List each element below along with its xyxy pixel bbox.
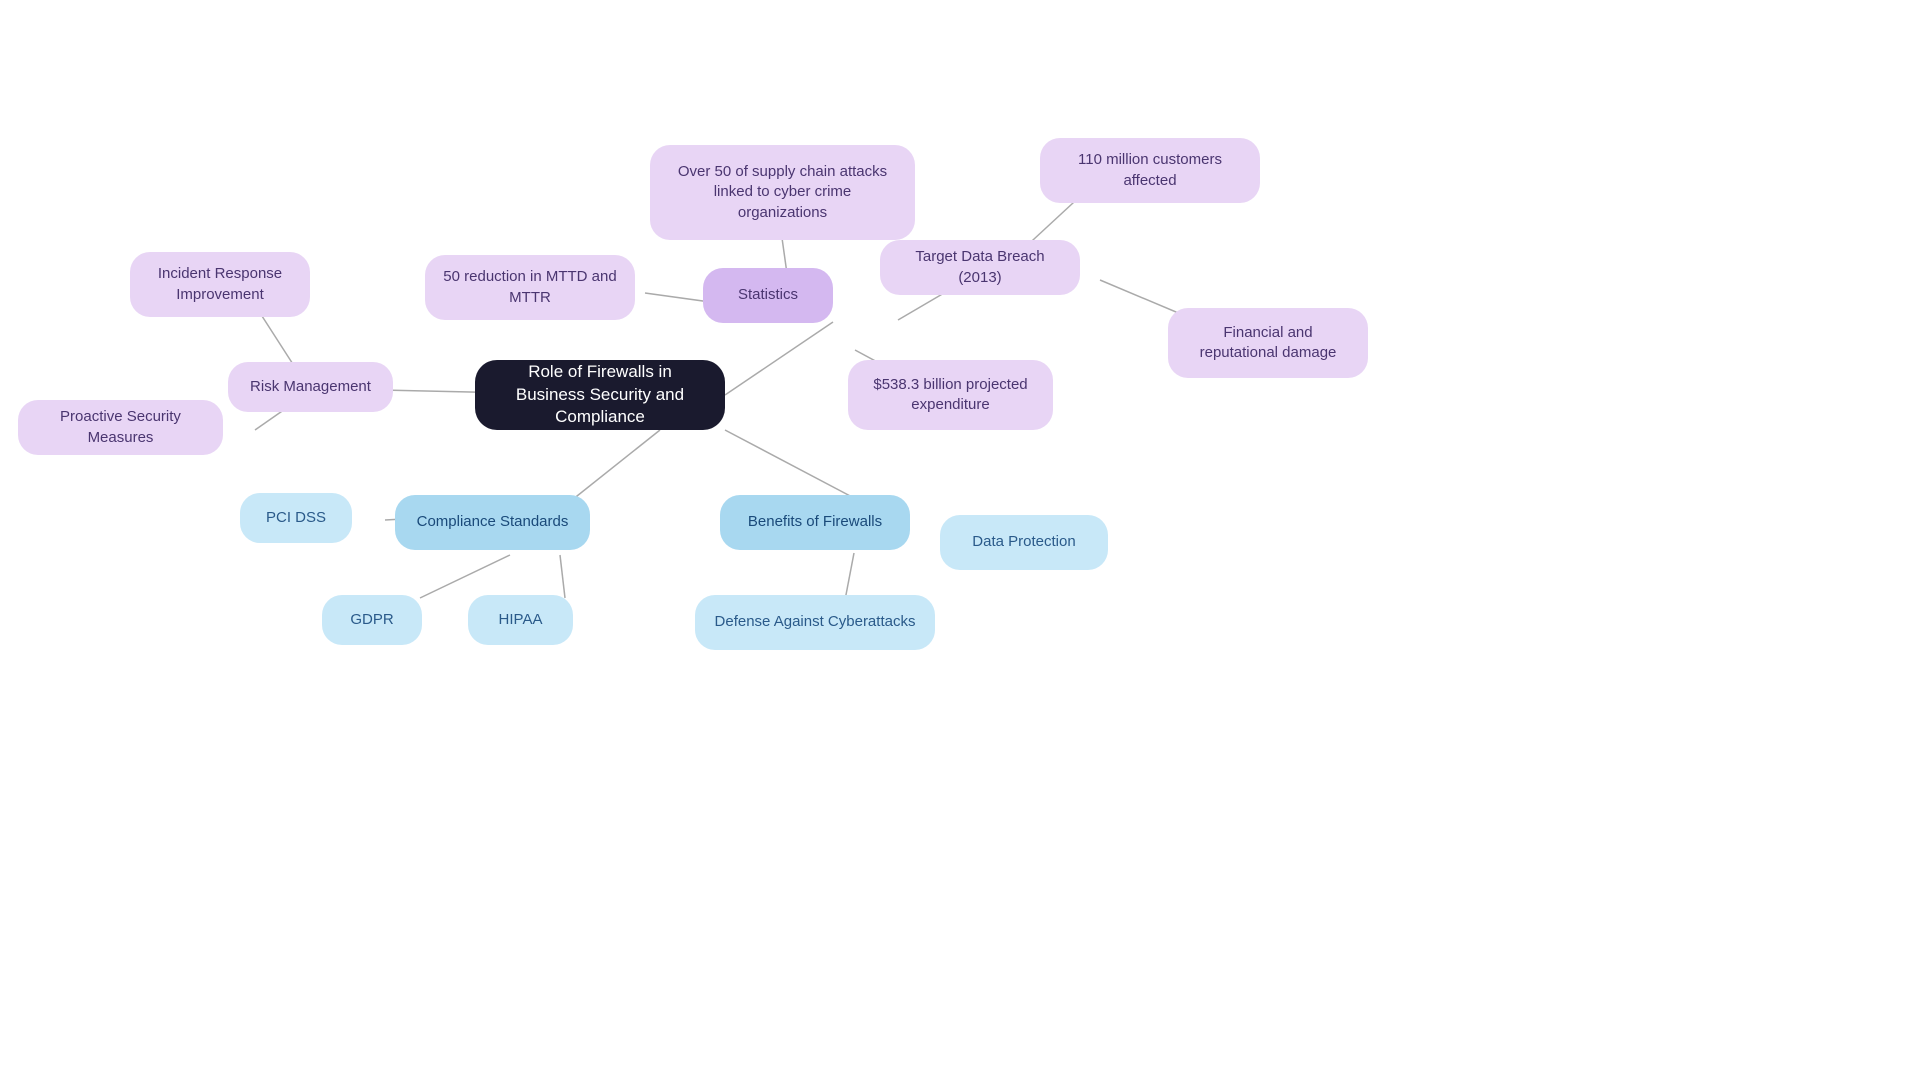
target-breach-node: Target Data Breach (2013) [880, 240, 1080, 295]
proactive-security-node: Proactive Security Measures [18, 400, 223, 455]
hipaa-node: HIPAA [468, 595, 573, 645]
expenditure-node: $538.3 billion projected expenditure [848, 360, 1053, 430]
incident-response-node: Incident Response Improvement [130, 252, 310, 317]
gdpr-node: GDPR [322, 595, 422, 645]
statistics-node: Statistics [703, 268, 833, 323]
financial-damage-node: Financial and reputational damage [1168, 308, 1368, 378]
benefits-firewalls-node: Benefits of Firewalls [720, 495, 910, 550]
data-protection-node: Data Protection [940, 515, 1108, 570]
pci-dss-node: PCI DSS [240, 493, 352, 543]
defense-attacks-node: Defense Against Cyberattacks [695, 595, 935, 650]
supply-chain-node: Over 50 of supply chain attacks linked t… [650, 145, 915, 240]
risk-management-node: Risk Management [228, 362, 393, 412]
compliance-standards-node: Compliance Standards [395, 495, 590, 550]
reduction-node: 50 reduction in MTTD and MTTR [425, 255, 635, 320]
center-node: Role of Firewalls in Business Security a… [475, 360, 725, 430]
customers-node: 110 million customers affected [1040, 138, 1260, 203]
